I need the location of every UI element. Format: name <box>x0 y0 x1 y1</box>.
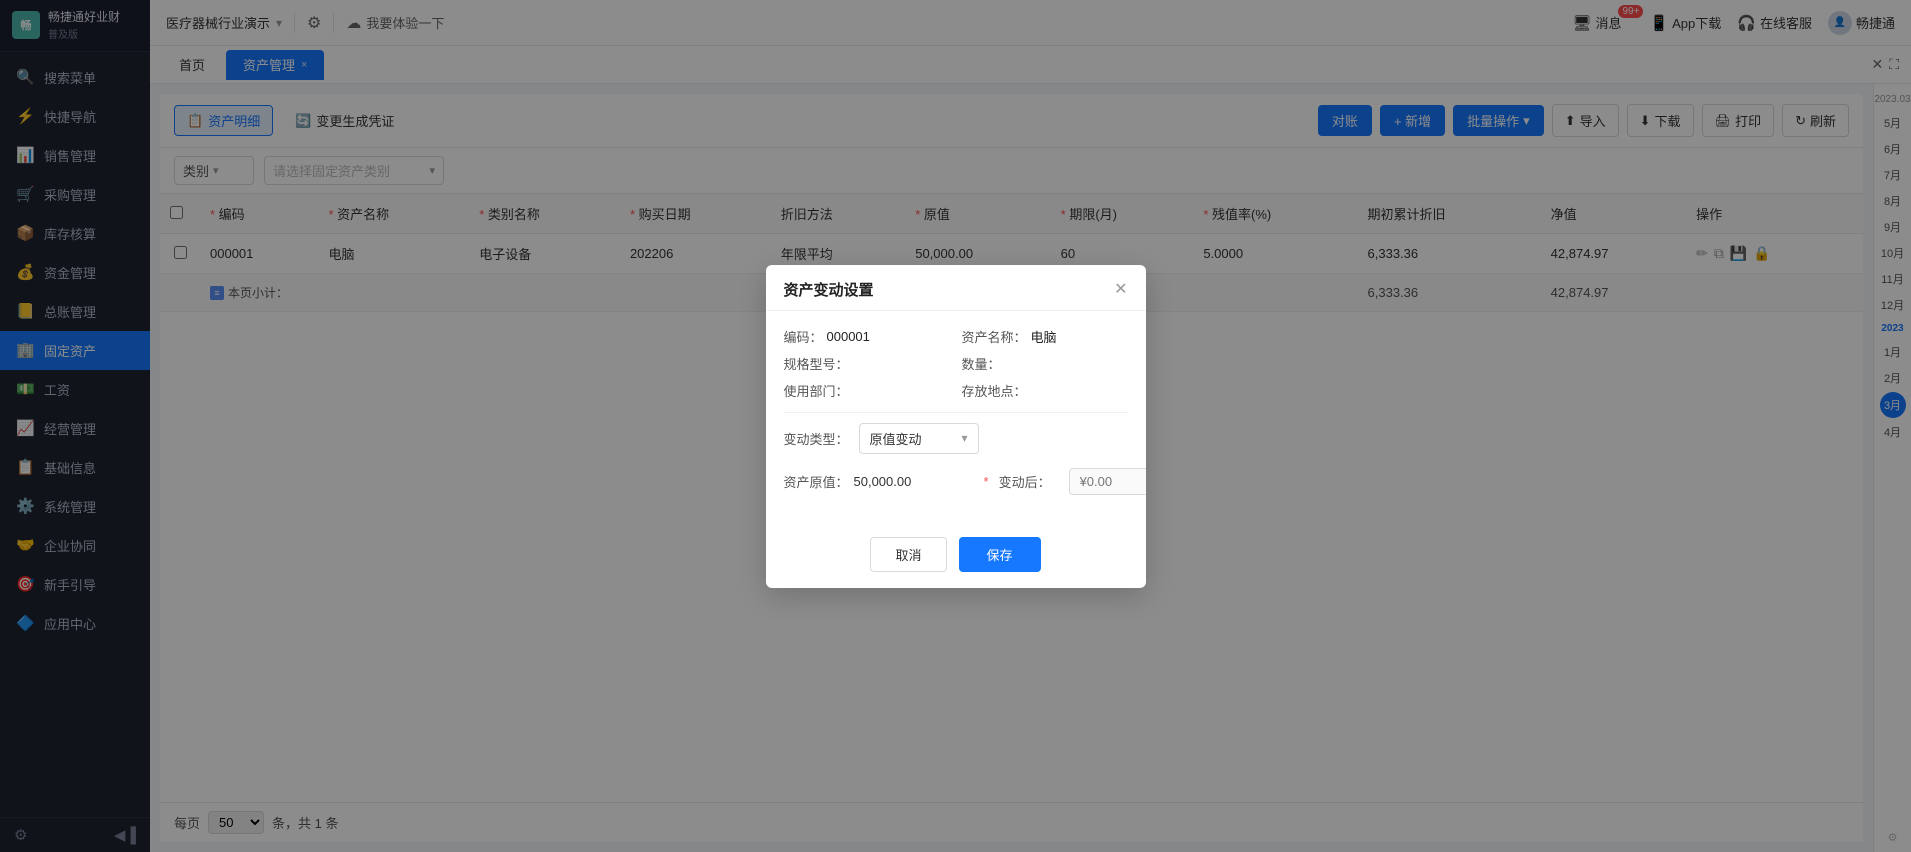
code-value: 000001 <box>827 329 870 344</box>
dialog-value-row: 50,000.00 * 变动后： <box>854 468 1146 495</box>
code-label: 编码： <box>784 327 823 346</box>
dialog-info-qty: 数量： <box>962 354 1128 373</box>
dialog-info-grid: 编码： 000001 资产名称： 电脑 规格型号： 数量： 使用部门： <box>784 327 1128 400</box>
change-type-dropdown-icon: ▾ <box>961 431 967 445</box>
original-value-display: 50,000.00 <box>854 469 974 494</box>
dialog-info-name: 资产名称： 电脑 <box>962 327 1128 346</box>
dialog-close-icon[interactable]: ✕ <box>1114 279 1127 299</box>
dept-label: 使用部门： <box>784 381 849 400</box>
dialog-divider <box>784 412 1128 413</box>
dialog-overlay: 资产变动设置 ✕ 编码： 000001 资产名称： 电脑 规格型号： 数量： <box>0 0 1911 852</box>
dialog-info-dept: 使用部门： <box>784 381 950 400</box>
change-type-select[interactable]: 原值变动 ▾ <box>859 423 979 454</box>
after-value-input[interactable] <box>1069 468 1146 495</box>
name-label: 资产名称： <box>962 327 1027 346</box>
original-value-row: 资产原值： 50,000.00 * 变动后： <box>784 468 1128 495</box>
asset-change-dialog: 资产变动设置 ✕ 编码： 000001 资产名称： 电脑 规格型号： 数量： <box>766 265 1146 588</box>
dialog-info-spec: 规格型号： <box>784 354 950 373</box>
change-type-label: 变动类型： <box>784 429 849 448</box>
cancel-button[interactable]: 取消 <box>870 537 946 572</box>
dialog-info-location: 存放地点： <box>962 381 1128 400</box>
original-value-label: 资产原值： <box>784 472 844 491</box>
dialog-header: 资产变动设置 ✕ <box>766 265 1146 311</box>
qty-label: 数量： <box>962 354 1001 373</box>
location-label: 存放地点： <box>962 381 1027 400</box>
change-type-value: 原值变动 <box>870 429 922 448</box>
dialog-title: 资产变动设置 <box>784 279 874 300</box>
dialog-info-code: 编码： 000001 <box>784 327 950 346</box>
required-star: * <box>984 474 989 489</box>
save-button[interactable]: 保存 <box>959 537 1041 572</box>
after-label: 变动后： <box>999 472 1059 491</box>
dialog-body: 编码： 000001 资产名称： 电脑 规格型号： 数量： 使用部门： <box>766 311 1146 525</box>
name-value: 电脑 <box>1031 327 1057 346</box>
change-type-row: 变动类型： 原值变动 ▾ <box>784 423 1128 454</box>
dialog-footer: 取消 保存 <box>766 525 1146 588</box>
spec-label: 规格型号： <box>784 354 849 373</box>
